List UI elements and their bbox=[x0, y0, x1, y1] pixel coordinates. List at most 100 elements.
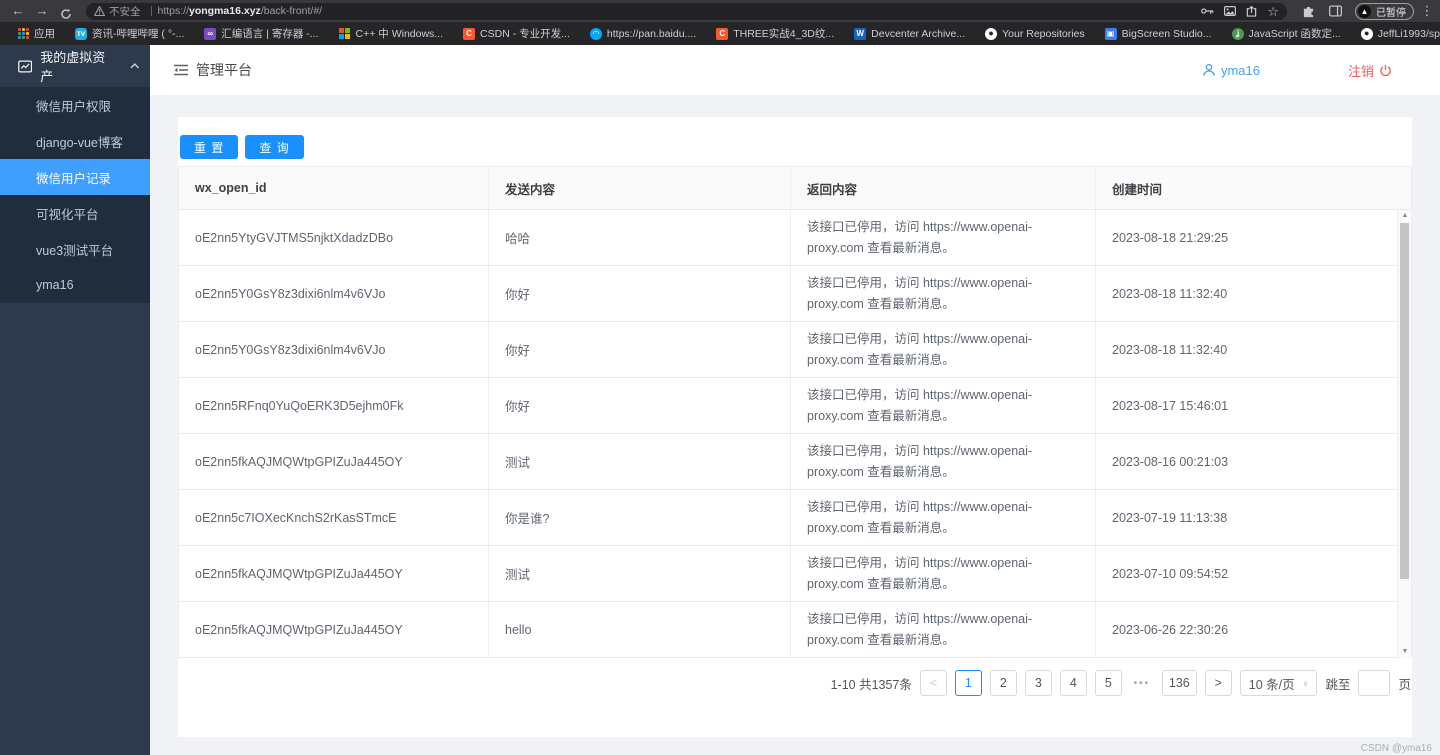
current-user[interactable]: yma16 bbox=[1202, 63, 1260, 78]
page-size-select[interactable]: 10 条/页 ∨ bbox=[1239, 670, 1318, 696]
table-row: oE2nn5RFnq0YuQoERK3D5ejhm0Fk 你好 该接口已停用，访… bbox=[179, 378, 1411, 434]
sidebar-item-visualization-platform[interactable]: 可视化平台 bbox=[0, 195, 150, 231]
cell-send: 你好 bbox=[489, 266, 791, 321]
sidebar-item-wechat-user-permission[interactable]: 微信用户权限 bbox=[0, 87, 150, 123]
prev-page-button[interactable]: < bbox=[919, 670, 947, 696]
github-icon: ● bbox=[1360, 27, 1373, 40]
page-button-2[interactable]: 2 bbox=[989, 670, 1017, 696]
bookmark-item[interactable]: W Devcenter Archive... bbox=[846, 22, 973, 45]
apps-button[interactable]: 应用 bbox=[10, 22, 63, 45]
bookmark-item[interactable]: ◠ https://pan.baidu.... bbox=[582, 22, 704, 45]
back-icon[interactable]: ← bbox=[6, 0, 30, 22]
refresh-icon[interactable] bbox=[54, 3, 78, 20]
bookmark-item[interactable]: C++ 中 Windows... bbox=[331, 22, 452, 45]
bookmark-item[interactable]: ▣ BigScreen Studio... bbox=[1097, 22, 1220, 45]
user-icon bbox=[1203, 63, 1215, 76]
jump-suffix-label: 页 bbox=[1398, 677, 1411, 692]
cell-created: 2023-06-26 22:30:26 bbox=[1112, 622, 1229, 637]
forward-icon[interactable]: → bbox=[30, 0, 54, 22]
page-header: 管理平台 yma16 注销 bbox=[150, 45, 1440, 95]
bookmark-item[interactable]: C THREE实战4_3D纹... bbox=[708, 22, 842, 45]
query-button[interactable]: 查 询 bbox=[245, 135, 304, 159]
pagination-ellipsis[interactable]: ••• bbox=[1130, 678, 1154, 689]
logout-button[interactable]: 注销 bbox=[1348, 61, 1392, 80]
side-panel-icon[interactable] bbox=[1329, 5, 1342, 17]
bookmark-star-icon[interactable]: ☆ bbox=[1267, 5, 1279, 18]
power-icon bbox=[1380, 64, 1391, 76]
url-text[interactable]: https://yongma16.xyz/back-front/#/ bbox=[158, 5, 1194, 17]
cell-created: 2023-07-19 11:13:38 bbox=[1112, 510, 1228, 525]
sidebar-item-wechat-user-records[interactable]: 微信用户记录 bbox=[0, 159, 150, 195]
cell-reply: 该接口已停用，访问 https://www.openai-proxy.com 查… bbox=[791, 210, 1096, 265]
cell-openid: oE2nn5RFnq0YuQoERK3D5ejhm0Fk bbox=[179, 378, 489, 433]
menu-fold-icon[interactable] bbox=[174, 64, 188, 76]
warning-icon bbox=[94, 6, 105, 16]
cell-reply: 该接口已停用，访问 https://www.openai-proxy.com 查… bbox=[791, 490, 1096, 545]
pagination: 1-10 共1357条 < 1 2 3 4 5 ••• 136 > 10 条/页… bbox=[178, 670, 1412, 696]
csdn-watermark: CSDN @yma16 bbox=[1360, 743, 1432, 754]
profile-badge: 已暂停 bbox=[1376, 7, 1406, 19]
bigscreen-icon: ▣ bbox=[1104, 27, 1117, 40]
page-title: 管理平台 bbox=[196, 62, 252, 78]
sidebar-group-label: 我的虚拟资产 bbox=[40, 50, 106, 84]
avatar: ▲ bbox=[1358, 4, 1371, 18]
reset-button[interactable]: 重 置 bbox=[180, 135, 239, 159]
page-button-3[interactable]: 3 bbox=[1024, 670, 1052, 696]
bookmark-item[interactable]: ʝ JavaScript 函数定... bbox=[1224, 22, 1349, 45]
csdn-icon: C bbox=[716, 27, 729, 40]
profile-chip[interactable]: ▲ 已暂停 bbox=[1355, 2, 1414, 20]
bookmark-item[interactable]: C CSDN - 专业开发... bbox=[455, 22, 578, 45]
page-button-1[interactable]: 1 bbox=[954, 670, 982, 696]
jump-prefix-label: 跳至 bbox=[1325, 677, 1351, 692]
cell-send: 你好 bbox=[489, 378, 791, 433]
cell-openid: oE2nn5fkAQJMQWtpGPIZuJa445OY bbox=[179, 602, 489, 657]
security-label[interactable]: 不安全 bbox=[109, 4, 141, 19]
page-button-5[interactable]: 5 bbox=[1094, 670, 1122, 696]
chevron-down-icon: ∨ bbox=[1302, 678, 1309, 688]
chart-icon bbox=[18, 59, 33, 73]
cell-send: 你是谁? bbox=[489, 490, 791, 545]
extensions-puzzle-icon[interactable] bbox=[1302, 5, 1315, 18]
cell-send: 哈哈 bbox=[489, 210, 791, 265]
scroll-down-icon[interactable]: ▼ bbox=[1398, 646, 1412, 658]
cell-created: 2023-08-17 15:46:01 bbox=[1112, 398, 1229, 413]
visual-studio-icon: ∞ bbox=[204, 27, 217, 40]
table-scrollbar[interactable]: ▲ ▼ bbox=[1397, 210, 1411, 658]
cell-send: 测试 bbox=[489, 434, 791, 489]
cell-reply: 该接口已停用，访问 https://www.openai-proxy.com 查… bbox=[791, 266, 1096, 321]
page-button-4[interactable]: 4 bbox=[1059, 670, 1087, 696]
scroll-up-icon[interactable]: ▲ bbox=[1398, 210, 1412, 222]
table-row: oE2nn5c7IOXecKnchS2rKasSTmcE 你是谁? 该接口已停用… bbox=[179, 490, 1411, 546]
table-row: oE2nn5Y0GsY8z3dixi6nlm4v6VJo 你好 该接口已停用，访… bbox=[179, 322, 1411, 378]
cell-openid: oE2nn5fkAQJMQWtpGPIZuJa445OY bbox=[179, 546, 489, 601]
cell-created: 2023-07-10 09:54:52 bbox=[1112, 566, 1229, 581]
kebab-menu-icon[interactable]: ⋮ bbox=[1420, 0, 1434, 22]
media-icon[interactable] bbox=[1224, 6, 1237, 16]
address-bar[interactable]: 不安全 https://yongma16.xyz/back-front/#/ ☆ bbox=[86, 2, 1287, 20]
browser-toolbar: ← → 不安全 https://yongma16.xyz/back-front/… bbox=[0, 0, 1440, 22]
next-page-button[interactable]: > bbox=[1204, 670, 1232, 696]
key-icon[interactable] bbox=[1201, 6, 1214, 16]
bookmark-item[interactable]: ∞ 汇编语言 | 寄存器 -... bbox=[196, 22, 326, 45]
table-header-row: wx_open_id 发送内容 返回内容 创建时间 bbox=[179, 167, 1411, 210]
cell-reply: 该接口已停用，访问 https://www.openai-proxy.com 查… bbox=[791, 378, 1096, 433]
cell-reply: 该接口已停用，访问 https://www.openai-proxy.com 查… bbox=[791, 602, 1096, 657]
cell-send: hello bbox=[489, 602, 791, 657]
jump-page-input[interactable] bbox=[1358, 670, 1391, 696]
cell-openid: oE2nn5c7IOXecKnchS2rKasSTmcE bbox=[179, 490, 489, 545]
sidebar-item-django-vue-blog[interactable]: django-vue博客 bbox=[0, 123, 150, 159]
sidebar-group-my-virtual-assets[interactable]: 我的虚拟资产 bbox=[0, 45, 150, 87]
share-icon[interactable] bbox=[1246, 5, 1257, 17]
bookmark-item[interactable]: ᴛᴠ 资讯-哔哩哔哩 ( °-... bbox=[67, 22, 192, 45]
sidebar-item-yma16[interactable]: yma16 bbox=[0, 267, 150, 303]
username: yma16 bbox=[1220, 62, 1260, 78]
scrollbar-thumb[interactable] bbox=[1400, 223, 1409, 579]
chevron-up-icon bbox=[130, 63, 140, 69]
sidebar-item-vue3-test-platform[interactable]: vue3测试平台 bbox=[0, 231, 150, 267]
bookmark-item[interactable]: ● Your Repositories bbox=[977, 22, 1093, 45]
col-header-send-content: 发送内容 bbox=[489, 167, 791, 209]
bookmark-item[interactable]: ● JeffLi1993/spring... bbox=[1353, 22, 1440, 45]
page-button-last[interactable]: 136 bbox=[1161, 670, 1197, 696]
cell-send: 测试 bbox=[489, 546, 791, 601]
records-card: 重 置 查 询 wx_open_id 发送内容 返回内容 创建时间 oE2nn5… bbox=[178, 117, 1412, 737]
